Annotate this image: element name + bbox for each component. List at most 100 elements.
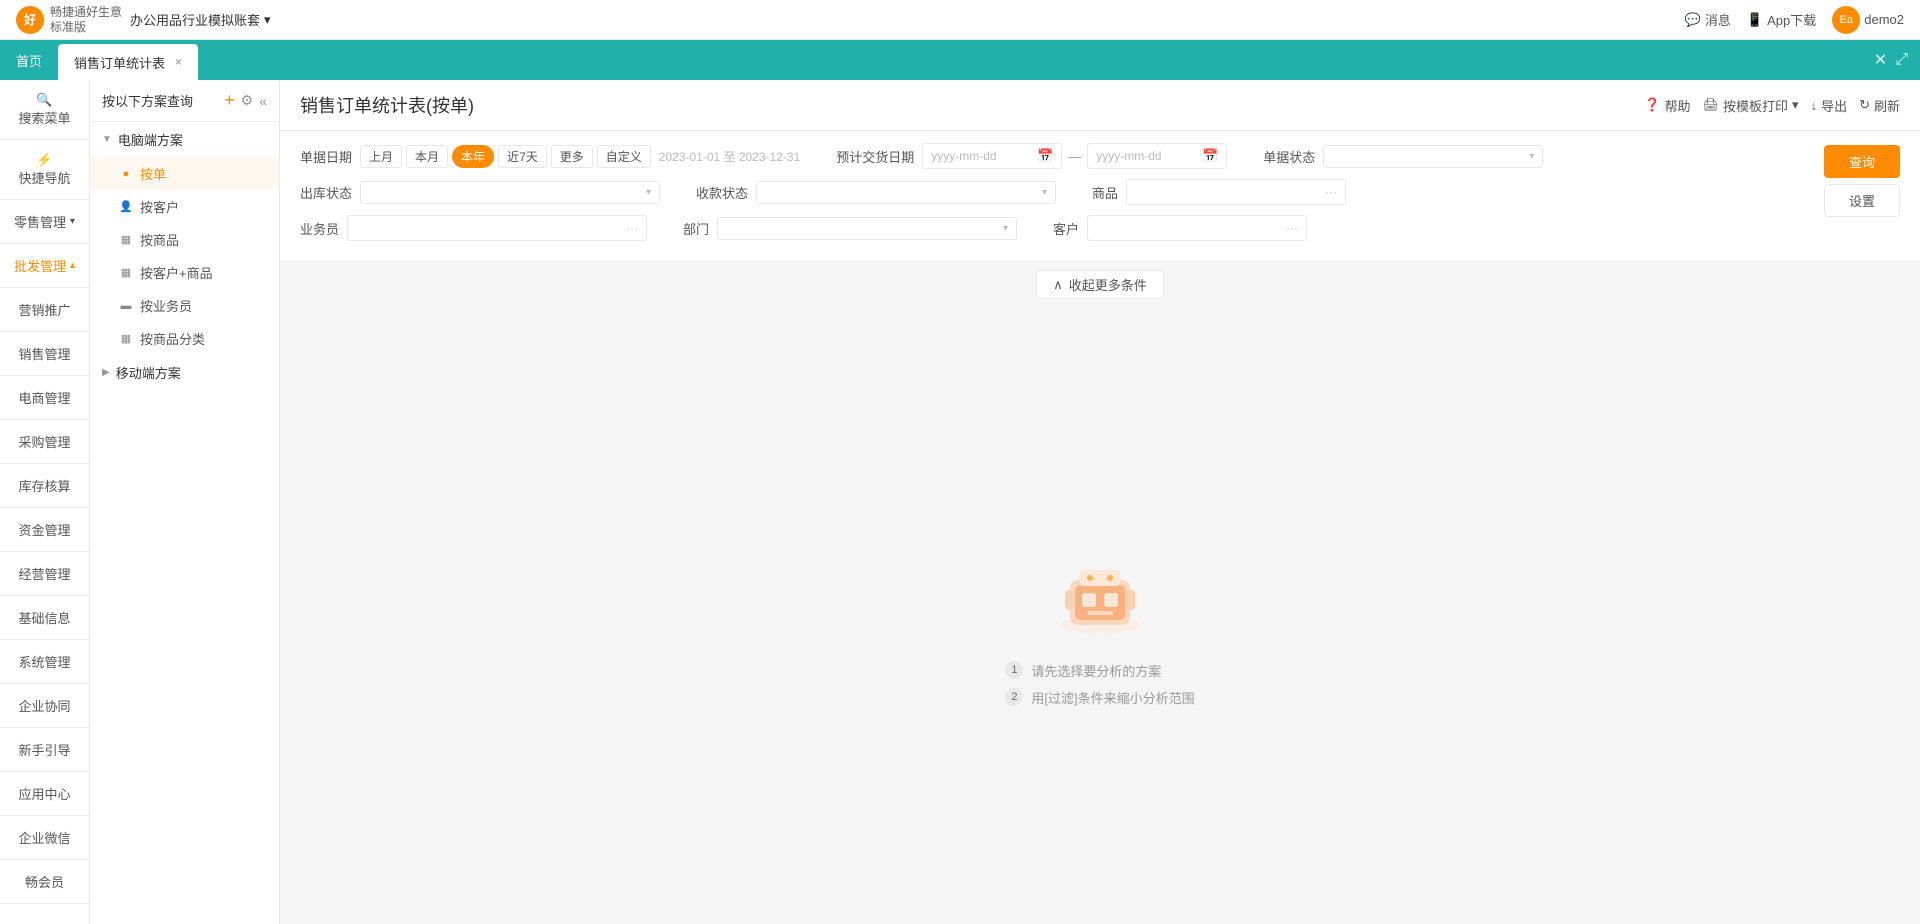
- sidebar-item-enterprise[interactable]: 企业协同: [0, 684, 89, 728]
- scheme-item-by-category[interactable]: ▦ 按商品分类: [90, 322, 279, 355]
- sidebar-item-shortcut[interactable]: ⚡ 快捷导航: [0, 140, 89, 200]
- expected-date-to[interactable]: yyyy-mm-dd 📅: [1087, 143, 1227, 169]
- sidebar-item-wechat[interactable]: 企业微信: [0, 816, 89, 860]
- scheme-add-button[interactable]: +: [224, 90, 235, 111]
- date-btn-this-month[interactable]: 本月: [406, 145, 448, 168]
- message-button[interactable]: 💬 消息: [1685, 10, 1731, 29]
- avatar: Ea: [1832, 6, 1860, 34]
- dept-label: 部门: [683, 219, 709, 238]
- scheme-section-pc-title[interactable]: ▼ 电脑端方案: [90, 122, 279, 157]
- scheme-section-mobile: ▶ 移动端方案: [90, 355, 279, 390]
- logo-icon: 好: [16, 6, 44, 34]
- sidebar-item-system[interactable]: 系统管理: [0, 640, 89, 684]
- sidebar-item-purchase[interactable]: 采购管理: [0, 420, 89, 464]
- tab-home[interactable]: 首页: [0, 40, 58, 80]
- section-collapse-icon: ▶: [102, 367, 110, 378]
- sidebar-item-marketing[interactable]: 营销推广: [0, 288, 89, 332]
- chevron-icon: ▴: [70, 260, 75, 271]
- sidebar-item-member[interactable]: 畅会员: [0, 860, 89, 904]
- goods-more-icon: ···: [1325, 185, 1337, 199]
- date-btn-custom[interactable]: 自定义: [597, 145, 651, 168]
- search-icon: 🔍: [8, 92, 81, 108]
- page-header: 销售订单统计表(按单) ❓ 帮助 🖨 按模板打印 ▾ ↓ 导出: [280, 80, 1920, 131]
- empty-hint-1: 1 请先选择要分析的方案: [1005, 661, 1194, 680]
- scheme-item-by-salesperson[interactable]: ▬ 按业务员: [90, 289, 279, 322]
- sidebar-item-newbie[interactable]: 新手引导: [0, 728, 89, 772]
- scheme-section-mobile-title[interactable]: ▶ 移动端方案: [90, 355, 279, 390]
- app-download-button[interactable]: 📱 App下载: [1747, 10, 1816, 29]
- date-btn-this-year[interactable]: 本年: [452, 145, 494, 168]
- sidebar-item-operations[interactable]: 经营管理: [0, 552, 89, 596]
- payment-status-select[interactable]: ▾: [756, 181, 1056, 204]
- category-icon: ▦: [118, 331, 134, 347]
- payment-chevron: ▾: [1042, 187, 1047, 198]
- sidebar-item-inventory[interactable]: 库存核算: [0, 464, 89, 508]
- scheme-collapse-icon[interactable]: «: [259, 93, 267, 109]
- expected-date-from[interactable]: yyyy-mm-dd 📅: [922, 143, 1062, 169]
- sidebar-item-finance[interactable]: 资金管理: [0, 508, 89, 552]
- user-area[interactable]: Ea demo2: [1832, 6, 1904, 34]
- sidebar-item-search[interactable]: 🔍 搜索菜单: [0, 80, 89, 140]
- export-icon: ↓: [1811, 98, 1818, 113]
- reset-button[interactable]: 设置: [1824, 184, 1900, 217]
- main-layout: 🔍 搜索菜单 ⚡ 快捷导航 零售管理 ▾ 批发管理 ▴ 营销推广 销售管理 电商…: [0, 80, 1920, 924]
- sidebar-item-basic[interactable]: 基础信息: [0, 596, 89, 640]
- status-chevron-icon: ▾: [1529, 151, 1534, 162]
- scheme-item-by-order[interactable]: ● 按单: [90, 157, 279, 190]
- content-area: 按以下方案查询 + ⚙ « ▼ 电脑端方案 ● 按单 👤: [90, 80, 1920, 924]
- scheme-item-by-goods[interactable]: ▦ 按商品: [90, 223, 279, 256]
- date-btn-more[interactable]: 更多: [551, 145, 593, 168]
- sidebar-item-retail[interactable]: 零售管理 ▾: [0, 200, 89, 244]
- main-content: 销售订单统计表(按单) ❓ 帮助 🖨 按模板打印 ▾ ↓ 导出: [280, 80, 1920, 924]
- scheme-settings-icon[interactable]: ⚙: [241, 92, 254, 109]
- scheme-item-by-customer[interactable]: 👤 按客户: [90, 190, 279, 223]
- sidebar-item-ecommerce[interactable]: 电商管理: [0, 376, 89, 420]
- sidebar-item-appcenter[interactable]: 应用中心: [0, 772, 89, 816]
- tab-bar: 首页 销售订单统计表 × ✕ ⤢: [0, 40, 1920, 80]
- help-button[interactable]: ❓ 帮助: [1644, 96, 1690, 115]
- search-button[interactable]: 查询: [1824, 145, 1900, 178]
- goods-input[interactable]: ···: [1126, 179, 1346, 205]
- shortcut-icon: ⚡: [8, 152, 81, 168]
- sidebar: 🔍 搜索菜单 ⚡ 快捷导航 零售管理 ▾ 批发管理 ▴ 营销推广 销售管理 电商…: [0, 80, 90, 924]
- collapse-icon: ∧: [1053, 277, 1063, 293]
- logo-text: 畅捷通好生意 标准版: [50, 5, 122, 34]
- scheme-section-pc: ▼ 电脑端方案 ● 按单 👤 按客户 ▦ 按商品 ▦ 按客户+商品: [90, 122, 279, 355]
- calendar-icon-2: 📅: [1202, 148, 1218, 164]
- app-selector[interactable]: 办公用品行业模拟账套 ▾: [130, 10, 271, 29]
- date-btn-7days[interactable]: 近7天: [498, 145, 547, 168]
- refresh-icon: ↻: [1859, 97, 1870, 113]
- section-expand-icon: ▼: [102, 134, 112, 145]
- refresh-button[interactable]: ↻ 刷新: [1859, 96, 1900, 115]
- tab-sales-order-stats[interactable]: 销售订单统计表 ×: [58, 44, 198, 80]
- goods-label: 商品: [1092, 183, 1118, 202]
- salesperson-input[interactable]: ···: [347, 215, 647, 241]
- window-expand-icon[interactable]: ⤢: [1895, 51, 1908, 69]
- window-close-icon[interactable]: ✕: [1874, 50, 1887, 70]
- salesperson-more-icon: ···: [626, 221, 638, 235]
- scheme-item-by-customer-goods[interactable]: ▦ 按客户+商品: [90, 256, 279, 289]
- sidebar-item-wholesale[interactable]: 批发管理 ▴: [0, 244, 89, 288]
- customer-input[interactable]: ···: [1087, 215, 1307, 241]
- date-dash: —: [1068, 149, 1081, 164]
- grid2-icon: ▦: [118, 265, 134, 281]
- message-icon: 💬: [1685, 12, 1701, 28]
- date-btn-last-month[interactable]: 上月: [360, 145, 402, 168]
- status-label: 单据状态: [1263, 147, 1315, 166]
- print-button[interactable]: 🖨 按模板打印 ▾: [1703, 96, 1799, 115]
- export-button[interactable]: ↓ 导出: [1811, 96, 1848, 115]
- sidebar-item-sales[interactable]: 销售管理: [0, 332, 89, 376]
- date-range-display: 2023-01-01 至 2023-12-31: [659, 148, 800, 165]
- tab-close-icon[interactable]: ×: [175, 55, 182, 69]
- expected-date-label: 预计交货日期: [836, 147, 914, 166]
- print-icon: 🖨: [1703, 97, 1720, 113]
- collapse-bar[interactable]: ∧ 收起更多条件: [280, 261, 1920, 307]
- out-status-select[interactable]: ▾: [360, 181, 660, 204]
- status-select[interactable]: ▾: [1323, 145, 1543, 168]
- grid-icon: ▦: [118, 232, 134, 248]
- collapse-button[interactable]: ∧ 收起更多条件: [1036, 270, 1164, 299]
- payment-status-label: 收款状态: [696, 183, 748, 202]
- dept-select[interactable]: ▾: [717, 217, 1017, 240]
- empty-hint-2: 2 用[过滤]条件来缩小分析范围: [1005, 688, 1194, 707]
- help-icon: ❓: [1644, 97, 1660, 113]
